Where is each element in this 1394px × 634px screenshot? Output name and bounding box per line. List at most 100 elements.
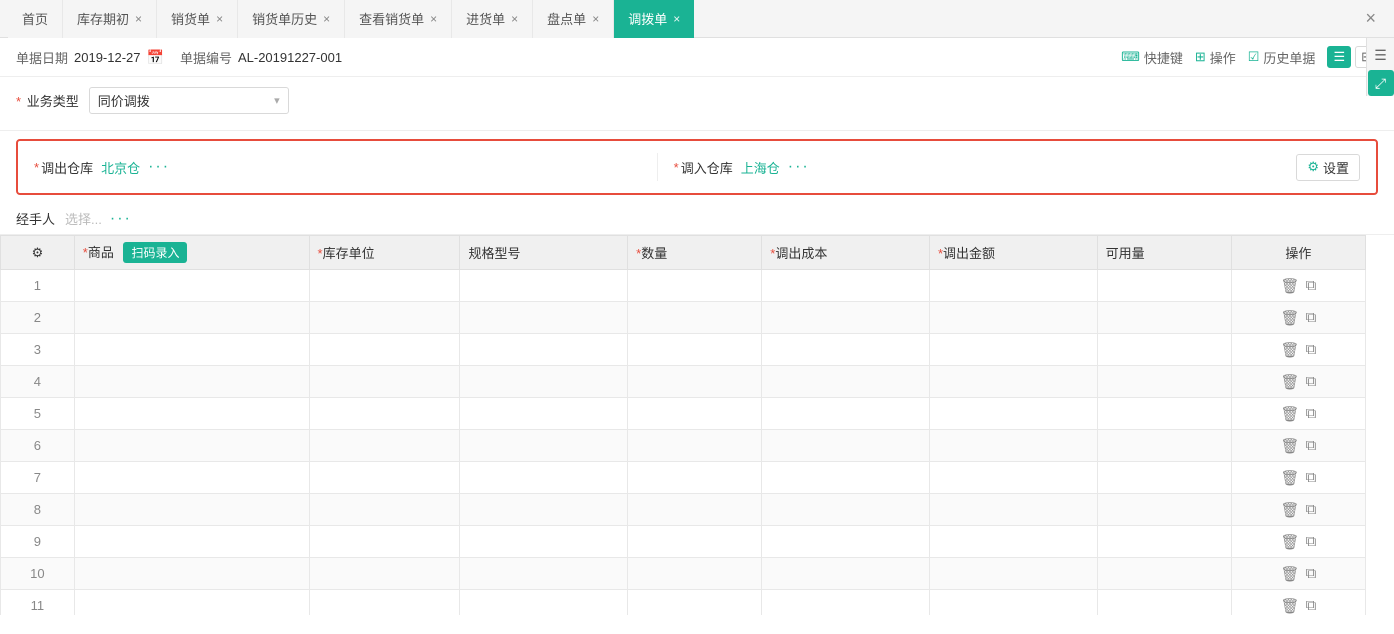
unit-cell[interactable] [309, 366, 460, 398]
qty-cell[interactable] [628, 302, 762, 334]
spec-cell[interactable] [460, 462, 628, 494]
delete-icon[interactable]: 🗑 [1281, 597, 1300, 615]
copy-icon[interactable]: ⧉ [1306, 309, 1317, 326]
doc-date-value[interactable]: 2019-12-27 [74, 50, 141, 65]
in-warehouse-more-icon[interactable]: ··· [788, 158, 810, 176]
delete-icon[interactable]: 🗑 [1281, 565, 1300, 583]
delete-icon[interactable]: 🗑 [1281, 437, 1300, 455]
product-cell[interactable] [74, 494, 309, 526]
spec-cell[interactable] [460, 430, 628, 462]
spec-cell[interactable] [460, 270, 628, 302]
tab-sales-history[interactable]: 销货单历史 × [238, 0, 345, 38]
delete-icon[interactable]: 🗑 [1281, 469, 1300, 487]
cost-cell[interactable] [762, 398, 930, 430]
tab-home[interactable]: 首页 [8, 0, 63, 38]
cost-cell[interactable] [762, 302, 930, 334]
unit-cell[interactable] [309, 334, 460, 366]
tab-close-active-icon[interactable]: × [673, 12, 680, 26]
delete-icon[interactable]: 🗑 [1281, 533, 1300, 551]
unit-cell[interactable] [309, 398, 460, 430]
amount-cell[interactable] [929, 590, 1097, 616]
copy-icon[interactable]: ⧉ [1306, 373, 1317, 390]
qty-cell[interactable] [628, 590, 762, 616]
unit-cell[interactable] [309, 526, 460, 558]
cost-cell[interactable] [762, 430, 930, 462]
tab-transfer[interactable]: 调拨单 × [614, 0, 694, 38]
product-cell[interactable] [74, 526, 309, 558]
list-view-btn[interactable]: ☰ [1327, 46, 1351, 68]
unit-cell[interactable] [309, 430, 460, 462]
amount-cell[interactable] [929, 526, 1097, 558]
copy-icon[interactable]: ⧉ [1306, 341, 1317, 358]
biz-type-input[interactable]: 同价调拨 ▾ [89, 87, 289, 114]
tab-sales-order[interactable]: 销货单 × [157, 0, 238, 38]
sidebar-expand-icon[interactable]: ⤢ [1368, 70, 1394, 96]
copy-icon[interactable]: ⧉ [1306, 565, 1317, 582]
tab-inventory-init[interactable]: 库存期初 × [63, 0, 157, 38]
tab-inventory[interactable]: 盘点单 × [533, 0, 614, 38]
tab-close-icon[interactable]: × [323, 12, 330, 26]
copy-icon[interactable]: ⧉ [1306, 277, 1317, 294]
product-cell[interactable] [74, 430, 309, 462]
tab-view-sales[interactable]: 查看销货单 × [345, 0, 452, 38]
th-gear[interactable]: ⚙ [1, 236, 75, 270]
product-cell[interactable] [74, 398, 309, 430]
product-cell[interactable] [74, 270, 309, 302]
cost-cell[interactable] [762, 334, 930, 366]
spec-cell[interactable] [460, 558, 628, 590]
qty-cell[interactable] [628, 334, 762, 366]
tab-close-icon[interactable]: × [430, 12, 437, 26]
amount-cell[interactable] [929, 334, 1097, 366]
amount-cell[interactable] [929, 366, 1097, 398]
history-link[interactable]: ☑ 历史单据 [1248, 48, 1316, 67]
copy-icon[interactable]: ⧉ [1306, 405, 1317, 422]
cost-cell[interactable] [762, 270, 930, 302]
product-cell[interactable] [74, 366, 309, 398]
cost-cell[interactable] [762, 558, 930, 590]
unit-cell[interactable] [309, 270, 460, 302]
person-more-icon[interactable]: ··· [110, 210, 132, 228]
sidebar-list-icon[interactable]: ☰ [1368, 42, 1394, 68]
tab-purchase[interactable]: 进货单 × [452, 0, 533, 38]
calendar-icon[interactable]: 📅 [147, 49, 164, 66]
qty-cell[interactable] [628, 558, 762, 590]
qty-cell[interactable] [628, 270, 762, 302]
scan-button[interactable]: 扫码录入 [123, 242, 187, 263]
tab-close-icon[interactable]: × [216, 12, 223, 26]
settings-button[interactable]: ⚙ 设置 [1296, 154, 1360, 181]
spec-cell[interactable] [460, 590, 628, 616]
amount-cell[interactable] [929, 270, 1097, 302]
qty-cell[interactable] [628, 430, 762, 462]
cost-cell[interactable] [762, 526, 930, 558]
amount-cell[interactable] [929, 494, 1097, 526]
cost-cell[interactable] [762, 590, 930, 616]
product-cell[interactable] [74, 302, 309, 334]
unit-cell[interactable] [309, 462, 460, 494]
cost-cell[interactable] [762, 366, 930, 398]
unit-cell[interactable] [309, 302, 460, 334]
product-cell[interactable] [74, 334, 309, 366]
spec-cell[interactable] [460, 366, 628, 398]
unit-cell[interactable] [309, 494, 460, 526]
amount-cell[interactable] [929, 462, 1097, 494]
spec-cell[interactable] [460, 526, 628, 558]
amount-cell[interactable] [929, 558, 1097, 590]
spec-cell[interactable] [460, 334, 628, 366]
qty-cell[interactable] [628, 366, 762, 398]
shortcuts-link[interactable]: ⌨ 快捷键 [1121, 48, 1183, 67]
unit-cell[interactable] [309, 590, 460, 616]
in-warehouse-value[interactable]: 上海仓 [741, 158, 780, 177]
delete-icon[interactable]: 🗑 [1281, 277, 1300, 295]
delete-icon[interactable]: 🗑 [1281, 373, 1300, 391]
copy-icon[interactable]: ⧉ [1306, 597, 1317, 614]
copy-icon[interactable]: ⧉ [1306, 469, 1317, 486]
delete-icon[interactable]: 🗑 [1281, 405, 1300, 423]
product-cell[interactable] [74, 590, 309, 616]
person-input[interactable]: 选择... [65, 209, 102, 228]
qty-cell[interactable] [628, 494, 762, 526]
delete-icon[interactable]: 🗑 [1281, 309, 1300, 327]
product-cell[interactable] [74, 558, 309, 590]
tab-close-icon[interactable]: × [511, 12, 518, 26]
tab-close-icon[interactable]: × [592, 12, 599, 26]
copy-icon[interactable]: ⧉ [1306, 533, 1317, 550]
